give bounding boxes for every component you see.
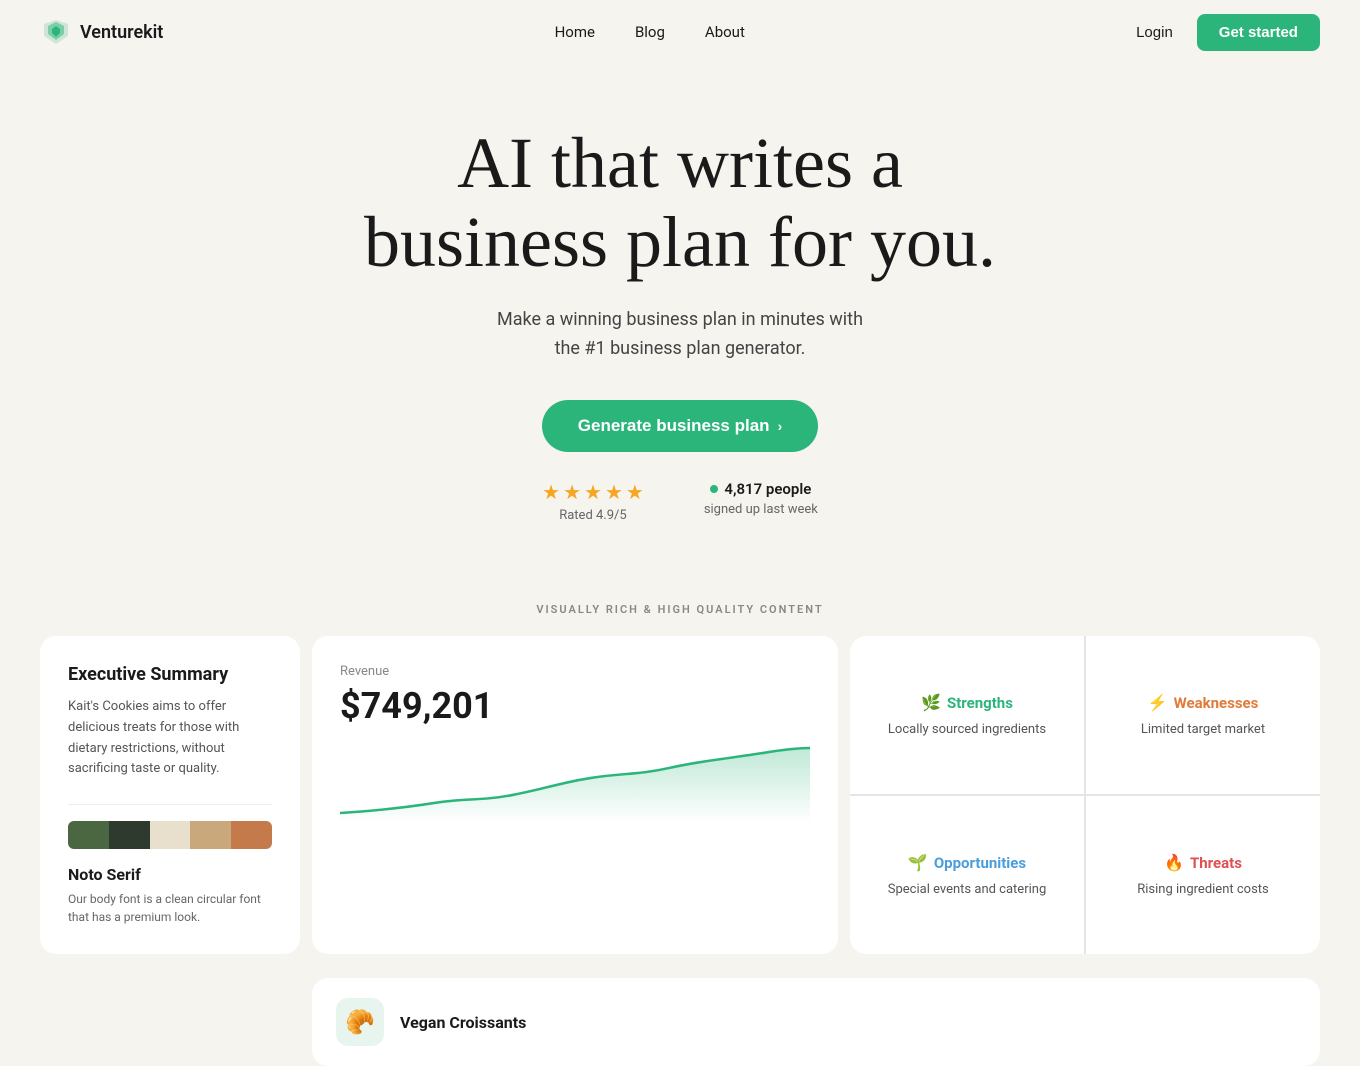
nav-about[interactable]: About [705,23,745,41]
hero-subtitle: Make a winning business plan in minutes … [20,306,1340,364]
strengths-icon: 🌿 [921,693,941,712]
strengths-title: Strengths [947,694,1013,712]
star-2: ★ [563,480,581,504]
swot-opportunities: 🌱 Opportunities Special events and cater… [850,796,1084,954]
opportunities-icon: 🌱 [908,853,928,872]
color-palette [68,821,272,849]
weaknesses-header: ⚡ Weaknesses [1148,693,1259,712]
star-1: ★ [542,480,560,504]
swatch-2 [109,821,150,849]
chevron-right-icon: › [778,418,783,434]
vegan-card: 🥐 Vegan Croissants [312,978,1320,1066]
section-label: VISUALLY RICH & HIGH QUALITY CONTENT [0,603,1360,616]
opportunities-header: 🌱 Opportunities [908,853,1026,872]
strengths-header: 🌿 Strengths [921,693,1013,712]
green-dot-icon [710,485,718,493]
signups-count: 4,817 people [710,480,811,498]
star-4: ★ [605,480,623,504]
star-rating: ★ ★ ★ ★ ★ [542,480,644,504]
swatch-1 [68,821,109,849]
rating-label: Rated 4.9/5 [559,508,627,523]
generate-plan-button[interactable]: Generate business plan › [542,400,818,452]
exec-summary-card: Executive Summary Kait's Cookies aims to… [40,636,300,954]
weaknesses-title: Weaknesses [1174,694,1259,712]
revenue-chart [340,743,810,823]
nav-actions: Login Get started [1136,14,1320,51]
font-desc: Our body font is a clean circular font t… [68,890,272,926]
logo-text: Venturekit [80,22,163,43]
opportunities-body: Special events and catering [888,882,1047,897]
nav-blog[interactable]: Blog [635,23,665,41]
swot-grid: 🌿 Strengths Locally sourced ingredients … [850,636,1320,954]
hero-title: AI that writes a business plan for you. [230,124,1130,282]
revenue-card: Revenue $749,201 [312,636,838,954]
swot-strengths: 🌿 Strengths Locally sourced ingredients [850,636,1084,794]
swatch-4 [190,821,231,849]
hero-section: AI that writes a business plan for you. … [0,64,1360,563]
threats-icon: 🔥 [1164,853,1184,872]
login-button[interactable]: Login [1136,24,1173,41]
revenue-label: Revenue [340,664,810,679]
star-3: ★ [584,480,602,504]
swot-weaknesses: ⚡ Weaknesses Limited target market [1086,636,1320,794]
swatch-3 [150,821,191,849]
signups-stat: 4,817 people signed up last week [704,480,818,523]
weaknesses-body: Limited target market [1141,722,1265,737]
vegan-icon: 🥐 [336,998,384,1046]
threats-body: Rising ingredient costs [1137,882,1269,897]
logo-link[interactable]: Venturekit [40,16,163,48]
get-started-button[interactable]: Get started [1197,14,1320,51]
star-5: ★ [626,480,644,504]
opportunities-title: Opportunities [934,854,1026,872]
cards-section: Executive Summary Kait's Cookies aims to… [0,636,1360,954]
swatch-5 [231,821,272,849]
revenue-amount: $749,201 [340,685,810,727]
hero-stats: ★ ★ ★ ★ ★ Rated 4.9/5 4,817 people signe… [20,480,1340,523]
nav-links: Home Blog About [555,23,745,41]
exec-title: Executive Summary [68,664,272,685]
font-name: Noto Serif [68,865,272,884]
logo-icon [40,16,72,48]
swot-threats: 🔥 Threats Rising ingredient costs [1086,796,1320,954]
navbar: Venturekit Home Blog About Login Get sta… [0,0,1360,64]
vegan-name: Vegan Croissants [400,1013,526,1032]
rating-stat: ★ ★ ★ ★ ★ Rated 4.9/5 [542,480,644,523]
threats-title: Threats [1190,854,1242,872]
signups-label: signed up last week [704,502,818,517]
strengths-body: Locally sourced ingredients [888,722,1046,737]
exec-body: Kait's Cookies aims to offer delicious t… [68,697,272,780]
card-divider [68,804,272,805]
threats-header: 🔥 Threats [1164,853,1242,872]
weaknesses-icon: ⚡ [1148,693,1168,712]
nav-home[interactable]: Home [555,23,595,41]
